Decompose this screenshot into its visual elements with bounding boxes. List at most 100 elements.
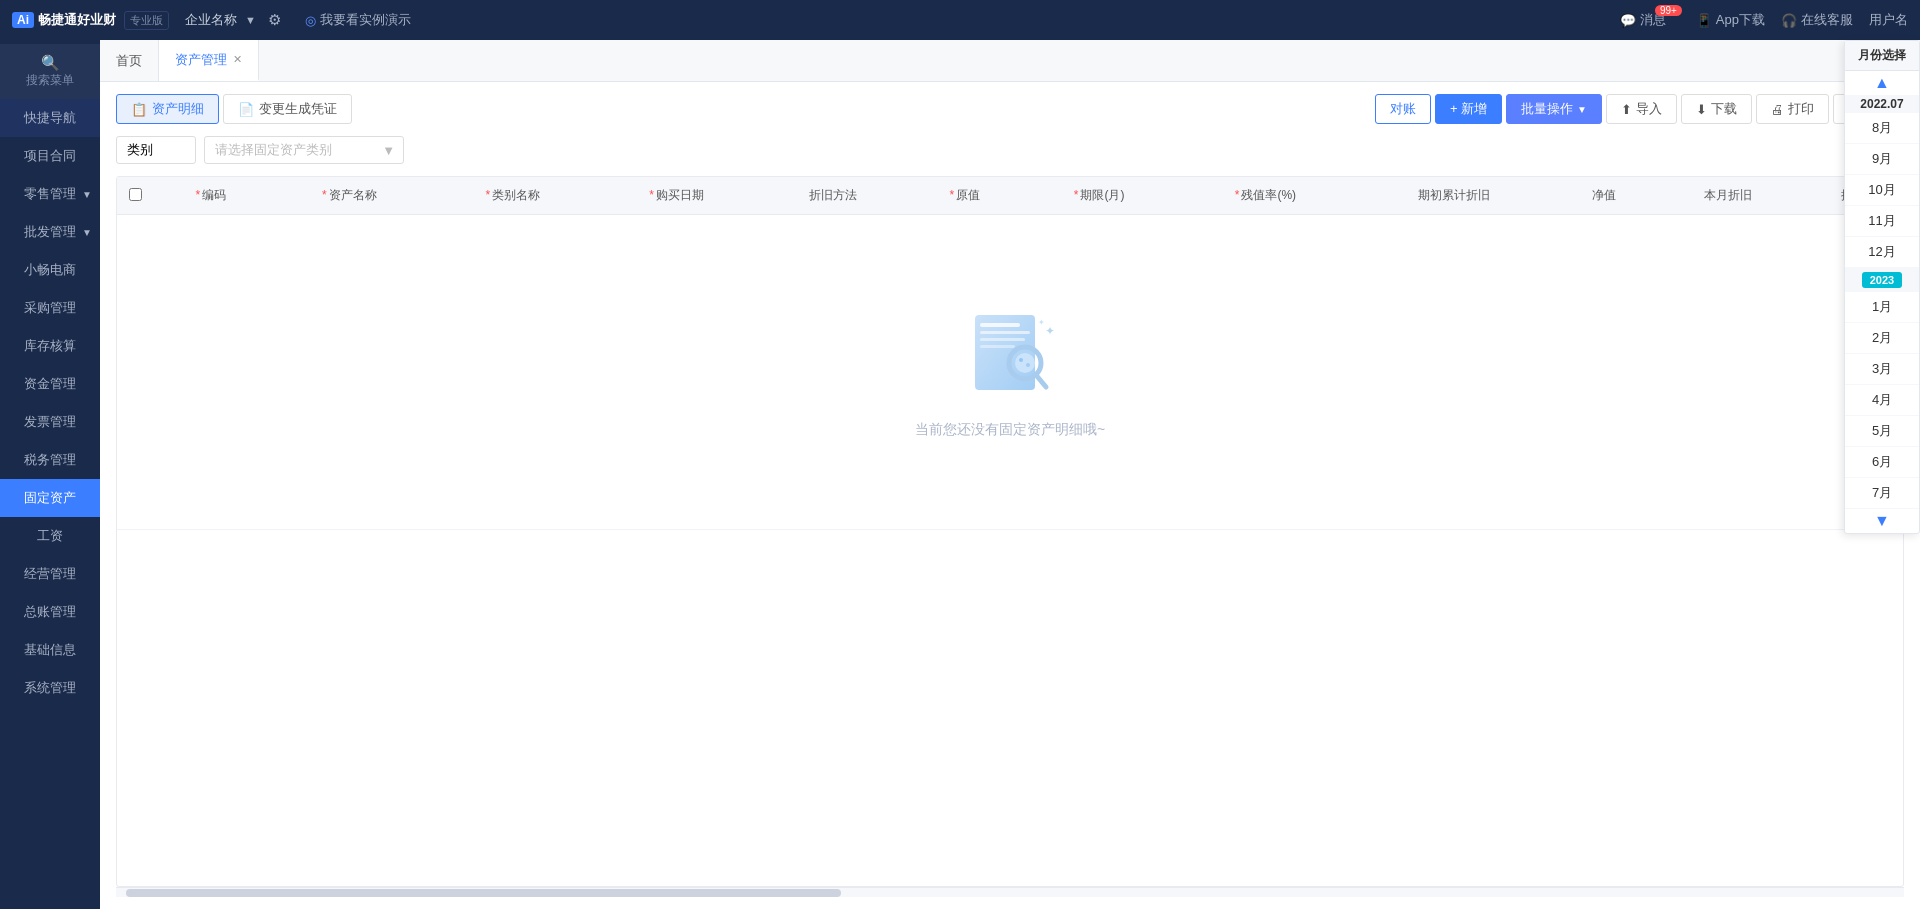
table-body: ✦ ✦ 当前您还没有固定资产明细哦~ xyxy=(117,215,1903,530)
sidebar-item-system[interactable]: 系统管理 xyxy=(0,669,100,707)
sidebar-item-invoice[interactable]: 发票管理 xyxy=(0,403,100,441)
sidebar-item-tax[interactable]: 税务管理 xyxy=(0,441,100,479)
sidebar-salary-label: 工资 xyxy=(37,527,63,545)
chevron-down-icon: ▼ xyxy=(82,189,92,200)
select-all-checkbox[interactable] xyxy=(129,188,142,201)
app-ai-badge: Ai xyxy=(12,12,34,28)
sidebar-item-ledger[interactable]: 总账管理 xyxy=(0,593,100,631)
sidebar-item-quick-nav[interactable]: 快捷导航 xyxy=(0,99,100,137)
company-name[interactable]: 企业名称 xyxy=(185,11,237,29)
tab-home[interactable]: 首页 xyxy=(100,40,159,81)
month-item-1[interactable]: 1月 xyxy=(1845,292,1919,323)
change-voucher-icon: 📄 xyxy=(238,102,254,117)
message-button[interactable]: 💬 消息 99+ xyxy=(1620,11,1666,29)
month-item-8[interactable]: 8月 xyxy=(1845,113,1919,144)
month-item-2[interactable]: 2月 xyxy=(1845,323,1919,354)
demo-label: 我要看实例演示 xyxy=(320,11,411,29)
svg-point-9 xyxy=(1026,363,1030,367)
sidebar-fixed-assets-label: 固定资产 xyxy=(24,489,76,507)
tab-asset-management[interactable]: 资产管理 ✕ xyxy=(159,40,259,81)
month-item-6[interactable]: 6月 xyxy=(1845,447,1919,478)
top-bar-left: Ai 畅捷通好业财 专业版 企业名称 ▼ ⚙ ◎ 我要看实例演示 xyxy=(12,11,1620,30)
sidebar-item-management[interactable]: 经营管理 xyxy=(0,555,100,593)
user-name[interactable]: 用户名 xyxy=(1869,11,1908,29)
download-button[interactable]: ⬇ 下载 xyxy=(1681,94,1752,124)
sidebar-item-wholesale[interactable]: 批发管理 ▼ xyxy=(0,213,100,251)
import-icon: ⬆ xyxy=(1621,102,1632,117)
sub-tab-asset-detail[interactable]: 📋 资产明细 xyxy=(116,94,219,124)
sidebar-search-label: 搜索菜单 xyxy=(26,72,74,89)
batch-arrow-icon: ▼ xyxy=(1577,104,1587,115)
th-checkbox xyxy=(117,177,154,215)
empty-illustration: ✦ ✦ xyxy=(950,305,1070,405)
chevron-down-icon-picker[interactable]: ▼ xyxy=(1874,512,1890,530)
scrollbar-thumb[interactable] xyxy=(126,889,841,897)
app-name: 畅捷通好业财 xyxy=(38,11,116,29)
month-item-5[interactable]: 5月 xyxy=(1845,416,1919,447)
sidebar-retail-label: 零售管理 xyxy=(24,185,76,203)
sidebar-project-label: 项目合同 xyxy=(24,147,76,165)
th-accumulated-depreciation: 期初累计折旧 xyxy=(1354,177,1554,215)
month-item-12[interactable]: 12月 xyxy=(1845,237,1919,268)
required-star: * xyxy=(195,188,200,202)
import-button[interactable]: ⬆ 导入 xyxy=(1606,94,1677,124)
month-item-7[interactable]: 7月 xyxy=(1845,478,1919,509)
th-monthly-depreciation: 本月折旧 xyxy=(1653,177,1803,215)
filter-toolbar: 类别 请选择固定资产类别 ▼ xyxy=(116,136,1904,164)
print-button[interactable]: 🖨 打印 xyxy=(1756,94,1829,124)
svg-text:✦: ✦ xyxy=(1038,318,1045,327)
month-item-10[interactable]: 10月 xyxy=(1845,175,1919,206)
category-select[interactable]: 类别 xyxy=(116,136,196,164)
sidebar-item-ecommerce[interactable]: 小畅电商 xyxy=(0,251,100,289)
sidebar-item-project[interactable]: 项目合同 xyxy=(0,137,100,175)
tab-close-icon[interactable]: ✕ xyxy=(233,53,242,66)
tab-asset-label: 资产管理 xyxy=(175,51,227,69)
month-picker-nav-down: ▼ xyxy=(1845,509,1919,533)
company-dropdown-icon[interactable]: ▼ xyxy=(245,14,256,26)
horizontal-scrollbar[interactable] xyxy=(116,887,1904,897)
month-picker-title: 月份选择 xyxy=(1858,47,1906,64)
demo-link[interactable]: ◎ 我要看实例演示 xyxy=(305,11,411,29)
batch-operation-button[interactable]: 批量操作 ▼ xyxy=(1506,94,1602,124)
sidebar-item-basic-info[interactable]: 基础信息 xyxy=(0,631,100,669)
th-original-value: *原值 xyxy=(908,177,1022,215)
demo-icon: ◎ xyxy=(305,13,316,28)
settings-icon[interactable]: ⚙ xyxy=(268,11,281,29)
add-button[interactable]: + 新增 xyxy=(1435,94,1502,124)
category-value-select[interactable]: 请选择固定资产类别 ▼ xyxy=(204,136,404,164)
table-header-row: *编码 *资产名称 *类别名称 *购买日期 折旧方法 *原值 *期限(月) *残… xyxy=(117,177,1903,215)
month-item-11[interactable]: 11月 xyxy=(1845,206,1919,237)
sub-tab-change-voucher[interactable]: 📄 变更生成凭证 xyxy=(223,94,352,124)
content-area: 首页 资产管理 ✕ 📋 资产明细 📄 变更生成凭证 对账 xyxy=(100,40,1920,909)
sidebar-invoice-label: 发票管理 xyxy=(24,413,76,431)
app-download-label: App下载 xyxy=(1716,11,1765,29)
sidebar-ledger-label: 总账管理 xyxy=(24,603,76,621)
sidebar-item-retail[interactable]: 零售管理 ▼ xyxy=(0,175,100,213)
sidebar-item-fixed-assets[interactable]: 固定资产 xyxy=(0,479,100,517)
sidebar-basic-info-label: 基础信息 xyxy=(24,641,76,659)
reconcile-button[interactable]: 对账 xyxy=(1375,94,1431,124)
app-download-button[interactable]: 📱 App下载 xyxy=(1696,11,1765,29)
required-star-2: * xyxy=(322,188,327,202)
month-item-9[interactable]: 9月 xyxy=(1845,144,1919,175)
th-net-value: 净值 xyxy=(1554,177,1654,215)
sidebar-item-inventory[interactable]: 库存核算 xyxy=(0,327,100,365)
sidebar-item-finance[interactable]: 资金管理 xyxy=(0,365,100,403)
main-layout: 🔍 搜索菜单 快捷导航 项目合同 零售管理 ▼ 批发管理 ▼ 小畅电商 采购管理… xyxy=(0,40,1920,909)
month-item-3[interactable]: 3月 xyxy=(1845,354,1919,385)
sidebar-item-search[interactable]: 🔍 搜索菜单 xyxy=(0,44,100,99)
sidebar-item-salary[interactable]: 工资 xyxy=(0,517,100,555)
th-category: *类别名称 xyxy=(431,177,595,215)
online-service-button[interactable]: 🎧 在线客服 xyxy=(1781,11,1853,29)
th-asset-name: *资产名称 xyxy=(268,177,432,215)
sidebar-item-purchase[interactable]: 采购管理 xyxy=(0,289,100,327)
top-bar-right: 💬 消息 99+ 📱 App下载 🎧 在线客服 用户名 xyxy=(1620,11,1908,29)
sidebar-finance-label: 资金管理 xyxy=(24,375,76,393)
month-item-4[interactable]: 4月 xyxy=(1845,385,1919,416)
service-label: 在线客服 xyxy=(1801,11,1853,29)
svg-rect-4 xyxy=(980,345,1015,348)
chevron-up-icon[interactable]: ▲ xyxy=(1874,74,1890,92)
month-picker-header: 月份选择 xyxy=(1845,41,1919,71)
required-star-5: * xyxy=(949,188,954,202)
sidebar-management-label: 经营管理 xyxy=(24,565,76,583)
